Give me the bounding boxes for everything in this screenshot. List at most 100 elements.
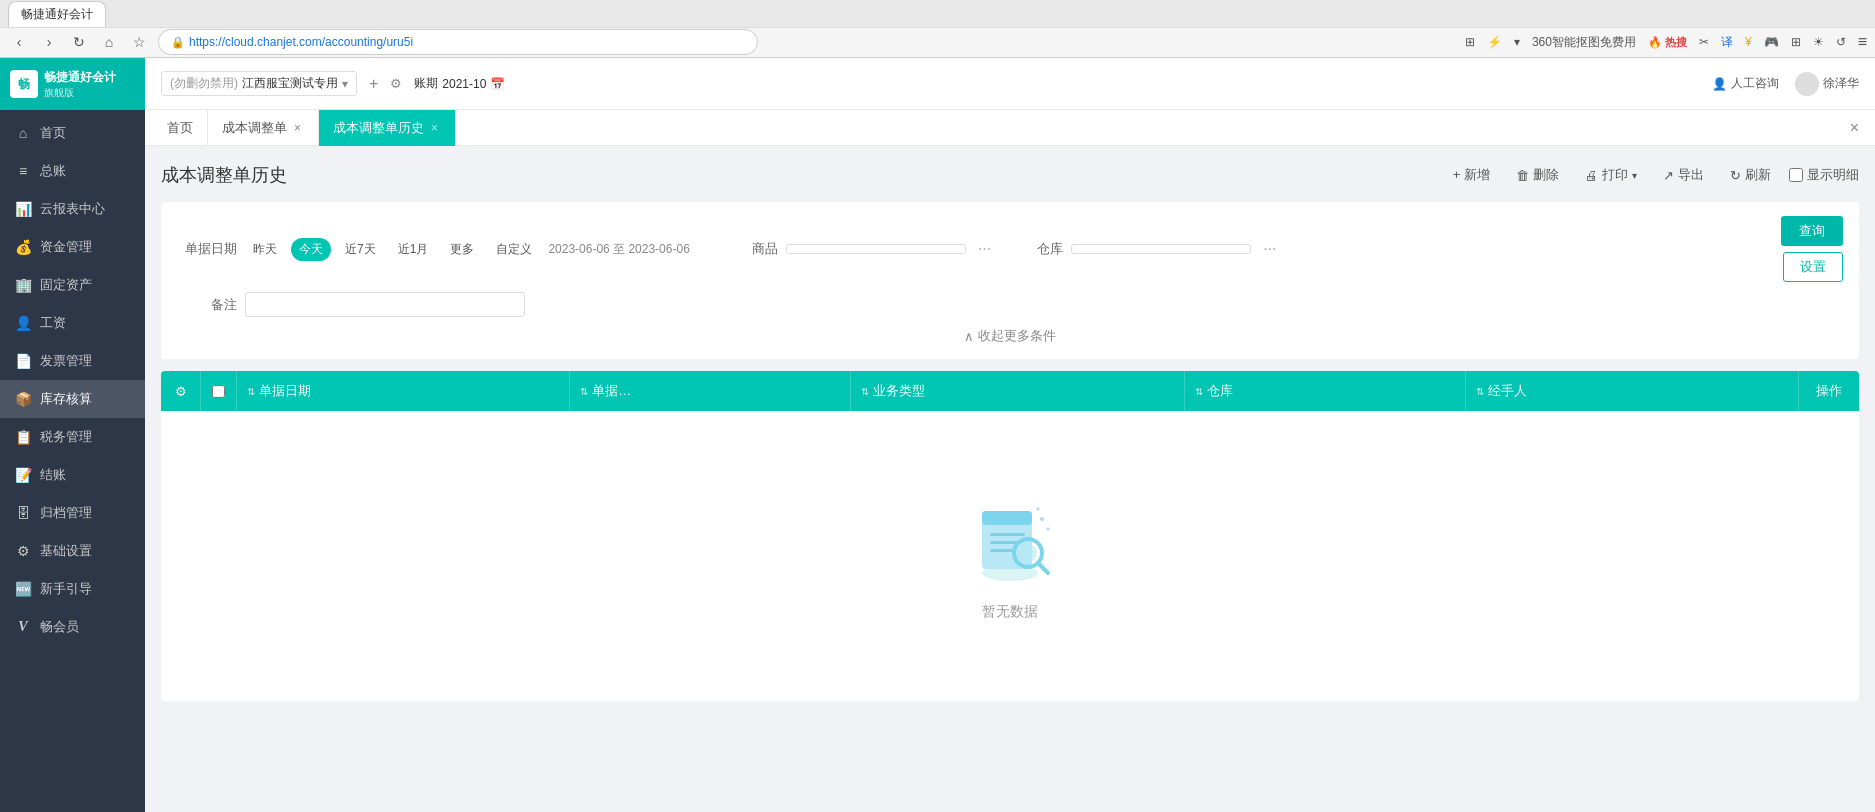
sort-icon-handler: ⇅: [1476, 386, 1484, 397]
tab-cost-adjust[interactable]: 成本调整单 ×: [208, 110, 319, 146]
sidebar-item-label: 基础设置: [40, 542, 92, 560]
member-icon: V: [14, 619, 32, 635]
translate-icon[interactable]: 译: [1721, 34, 1733, 51]
grid-icon[interactable]: ⊞: [1465, 35, 1475, 49]
shortcut-7days[interactable]: 近7天: [337, 238, 384, 261]
shortcut-1month[interactable]: 近1月: [390, 238, 437, 261]
tab-cost-adjust-history[interactable]: 成本调整单历史 ×: [319, 110, 456, 146]
warehouse-filter-dots[interactable]: ···: [1259, 240, 1280, 258]
sidebar-item-archive[interactable]: 🗄 归档管理: [0, 494, 145, 532]
th-actions: 操作: [1799, 371, 1859, 411]
delete-button[interactable]: 🗑 删除: [1508, 162, 1567, 188]
shortcut-yesterday[interactable]: 昨天: [245, 238, 285, 261]
sidebar-item-payroll[interactable]: 👤 工资: [0, 304, 145, 342]
collapse-button[interactable]: ∧ 收起更多条件: [964, 327, 1056, 345]
address-text: https://cloud.chanjet.com/accounting/uru…: [189, 35, 413, 49]
sort-icon-type: ⇅: [861, 386, 869, 397]
goods-filter-dots[interactable]: ···: [974, 240, 995, 258]
th-checkbox[interactable]: [201, 371, 237, 411]
refresh-button[interactable]: ↻ 刷新: [1722, 162, 1779, 188]
date-range-display: 2023-06-06 至 2023-06-06: [548, 241, 689, 258]
right-close-button[interactable]: ×: [1842, 119, 1867, 137]
sidebar-item-member[interactable]: V 畅会员: [0, 608, 145, 646]
brightness-icon[interactable]: ☀: [1813, 35, 1824, 49]
show-columns-checkbox[interactable]: [1789, 168, 1803, 182]
dropdown-icon[interactable]: ▾: [1514, 35, 1520, 49]
shortcut-custom[interactable]: 自定义: [488, 238, 540, 261]
sidebar-item-settings[interactable]: ⚙ 基础设置: [0, 532, 145, 570]
sidebar-item-closing[interactable]: 📝 结账: [0, 456, 145, 494]
svg-point-11: [1037, 508, 1040, 511]
browser-address-bar[interactable]: 🔒 https://cloud.chanjet.com/accounting/u…: [158, 29, 758, 55]
service-icon: 👤: [1712, 77, 1727, 91]
warehouse-filter-select[interactable]: [1071, 244, 1251, 254]
svg-point-9: [1040, 517, 1044, 521]
nav-star-button[interactable]: ☆: [128, 31, 150, 53]
sidebar: 畅 畅捷通好会计 旗舰版 ⌂ 首页 ≡ 总账 📊 云报表中心 💰 资金管理: [0, 58, 145, 812]
nav-refresh-button[interactable]: ↻: [68, 31, 90, 53]
filter-area: 单据日期 昨天 今天 近7天 近1月 更多 自定义 2023-06-06 至 2…: [161, 202, 1859, 359]
sidebar-item-fixed-assets[interactable]: 🏢 固定资产: [0, 266, 145, 304]
table-header: ⚙ ⇅ 单据日期 ⇅ 单据… ⇅ 业务类型: [161, 371, 1859, 411]
sidebar-item-home[interactable]: ⌂ 首页: [0, 114, 145, 152]
filter-settings-button[interactable]: 设置: [1783, 252, 1843, 282]
nav-home-button[interactable]: ⌂: [98, 31, 120, 53]
top-header-right: 👤 人工咨询 徐泽华: [1712, 72, 1859, 96]
cut-icon[interactable]: ✂: [1699, 35, 1709, 49]
add-company-btn[interactable]: +: [369, 75, 378, 93]
tab-cost-adjust-history-close[interactable]: ×: [428, 120, 441, 136]
undo-icon[interactable]: ↺: [1836, 35, 1846, 49]
settings-circle-icon[interactable]: ⚙: [390, 76, 402, 91]
th-gear[interactable]: ⚙: [161, 371, 201, 411]
search-text[interactable]: 360智能抠图免费用: [1532, 34, 1636, 51]
sidebar-item-ledger[interactable]: ≡ 总账: [0, 152, 145, 190]
apps-icon[interactable]: ⊞: [1791, 35, 1801, 49]
sidebar-item-guide[interactable]: 🆕 新手引导: [0, 570, 145, 608]
th-num[interactable]: ⇅ 单据…: [570, 371, 851, 411]
lightning-icon[interactable]: ⚡: [1487, 35, 1502, 49]
shortcut-today[interactable]: 今天: [291, 238, 331, 261]
nav-back-button[interactable]: ‹: [8, 31, 30, 53]
company-selector[interactable]: (勿删勿禁用) 江西服宝测试专用 ▾: [161, 71, 357, 96]
goods-filter-label: 商品: [718, 240, 778, 258]
select-all-checkbox[interactable]: [212, 385, 225, 398]
menu-icon[interactable]: ≡: [1858, 33, 1867, 51]
browser-right-icons: ⊞ ⚡ ▾ 360智能抠图免费用 🔥 热搜 ✂ 译 ¥ 🎮 ⊞ ☀ ↺ ≡: [1465, 33, 1867, 51]
new-button[interactable]: + 新增: [1445, 162, 1498, 188]
company-dropdown-icon: ▾: [342, 77, 348, 91]
tab-home[interactable]: 首页: [153, 110, 208, 146]
shortcut-more[interactable]: 更多: [442, 238, 482, 261]
sidebar-item-reports[interactable]: 📊 云报表中心: [0, 190, 145, 228]
sidebar-item-invoice[interactable]: 📄 发票管理: [0, 342, 145, 380]
export-button[interactable]: ↗ 导出: [1655, 162, 1712, 188]
sidebar-item-inventory[interactable]: 📦 库存核算: [0, 380, 145, 418]
period-value: 2021-10: [442, 77, 486, 91]
page-content: 成本调整单历史 + 新增 🗑 删除 🖨 打印 ▾ ↗ 导出: [145, 146, 1875, 812]
sidebar-item-label: 固定资产: [40, 276, 92, 294]
warehouse-filter-label: 仓库: [1003, 240, 1063, 258]
query-button[interactable]: 查询: [1781, 216, 1843, 246]
tab-cost-adjust-close[interactable]: ×: [291, 120, 304, 136]
th-type[interactable]: ⇅ 业务类型: [851, 371, 1184, 411]
th-date[interactable]: ⇅ 单据日期: [237, 371, 570, 411]
user-avatar-area[interactable]: 徐泽华: [1795, 72, 1859, 96]
remark-filter-input[interactable]: [245, 292, 525, 317]
th-warehouse[interactable]: ⇅ 仓库: [1185, 371, 1466, 411]
user-service[interactable]: 👤 人工咨询: [1712, 75, 1779, 92]
th-handler[interactable]: ⇅ 经手人: [1466, 371, 1799, 411]
goods-filter-select[interactable]: [786, 244, 966, 254]
game-icon[interactable]: 🎮: [1764, 35, 1779, 49]
sidebar-item-funds[interactable]: 💰 资金管理: [0, 228, 145, 266]
print-dropdown-icon: ▾: [1632, 170, 1637, 181]
calendar-icon[interactable]: 📅: [490, 77, 505, 91]
browser-tab[interactable]: 畅捷通好会计: [8, 1, 106, 27]
sidebar-item-tax[interactable]: 📋 税务管理: [0, 418, 145, 456]
sidebar-item-label: 工资: [40, 314, 66, 332]
show-columns-toggle[interactable]: 显示明细: [1789, 166, 1859, 184]
wallet-icon[interactable]: ¥: [1745, 35, 1752, 49]
print-button[interactable]: 🖨 打印 ▾: [1577, 162, 1645, 188]
nav-forward-button[interactable]: ›: [38, 31, 60, 53]
logo-text: 畅捷通好会计 旗舰版: [44, 69, 116, 100]
sidebar-item-label: 税务管理: [40, 428, 92, 446]
empty-illustration: [960, 491, 1060, 591]
